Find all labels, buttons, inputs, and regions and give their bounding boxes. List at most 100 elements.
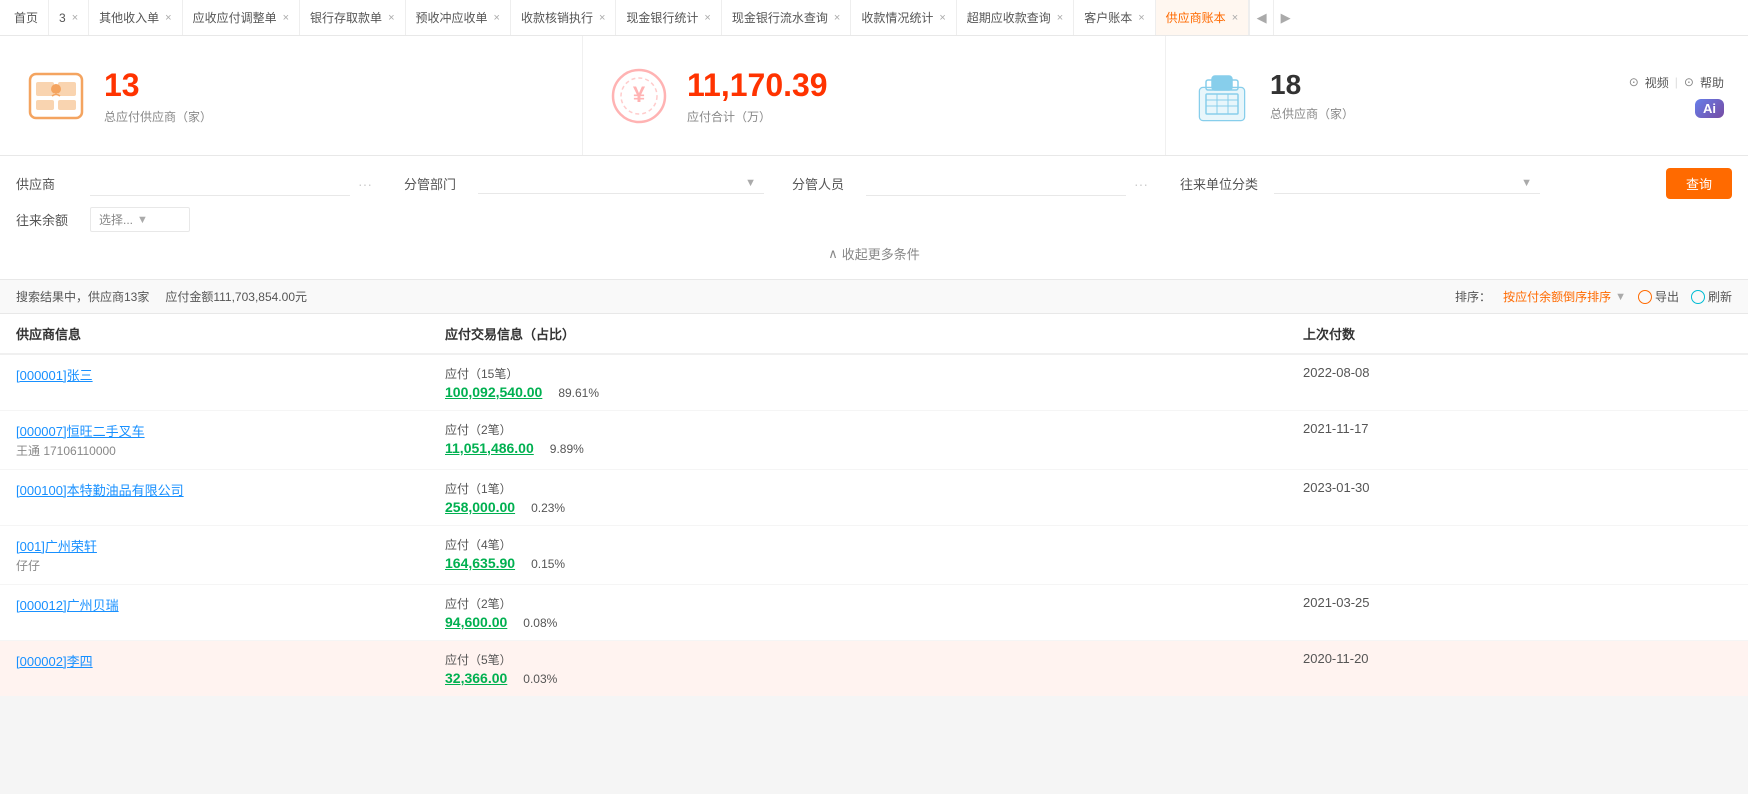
tx-info-cell: 应付（1笔） 258,000.00 0.23%	[445, 480, 1303, 515]
supplier-dots[interactable]: ···	[354, 176, 376, 192]
close-icon[interactable]: ×	[72, 12, 78, 24]
query-button[interactable]: 查询	[1666, 168, 1732, 199]
tx-amount[interactable]: 94,600.00	[445, 614, 507, 630]
close-icon[interactable]: ×	[494, 12, 500, 24]
ai-badge[interactable]: Ai	[1695, 99, 1724, 118]
nav-tab-cash-bank-stats[interactable]: 现金银行统计 ×	[616, 0, 721, 36]
chevron-down-icon: ▼	[137, 214, 148, 226]
balance-select[interactable]: 选择... ▼	[90, 207, 190, 232]
tx-amount-row: 258,000.00 0.23%	[445, 499, 1303, 515]
results-summary: 搜索结果中，供应商13家 应付金额111,703,854.00元	[16, 288, 307, 305]
nav-tab-bank-deposit[interactable]: 银行存取款单 ×	[300, 0, 405, 36]
category-filter-group: 往来单位分类 ▼	[1180, 173, 1540, 194]
tx-percent: 9.89%	[550, 442, 584, 456]
nav-prev-arrow[interactable]: ◀	[1249, 0, 1273, 36]
refresh-button[interactable]: 刷新	[1691, 288, 1732, 305]
tx-percent: 89.61%	[558, 386, 599, 400]
supplier-filter-group: 供应商 ···	[16, 172, 376, 196]
supplier-name-link[interactable]: [001]广州荣轩	[16, 536, 445, 555]
video-link[interactable]: 视频	[1645, 74, 1669, 91]
close-icon[interactable]: ×	[388, 12, 394, 24]
export-icon	[1638, 290, 1652, 304]
nav-tab-3[interactable]: 3 ×	[49, 0, 89, 36]
person-dots[interactable]: ···	[1130, 176, 1152, 192]
payable-suppliers-icon	[24, 64, 88, 128]
nav-next-arrow[interactable]: ▶	[1273, 0, 1297, 36]
tx-info-cell: 应付（15笔） 100,092,540.00 89.61%	[445, 365, 1303, 400]
tx-info-cell: 应付（5笔） 32,366.00 0.03%	[445, 651, 1303, 686]
tx-amount[interactable]: 100,092,540.00	[445, 384, 542, 400]
supplier-input[interactable]	[90, 172, 350, 196]
collapse-button[interactable]: ∧ 收起更多条件	[816, 240, 932, 267]
close-icon[interactable]: ×	[1138, 12, 1144, 24]
table-row: [000001]张三 应付（15笔） 100,092,540.00 89.61%…	[0, 355, 1748, 411]
nav-tab-customer-ledger[interactable]: 客户账本 ×	[1074, 0, 1155, 36]
tx-percent: 0.03%	[523, 672, 557, 686]
supplier-name-link[interactable]: [000002]李四	[16, 651, 445, 670]
tx-amount[interactable]: 32,366.00	[445, 670, 507, 686]
filter-row-1: 供应商 ··· 分管部门 ▼ 分管人员 ··· 往来单位分类 ▼ 查询	[16, 168, 1732, 199]
close-icon[interactable]: ×	[165, 12, 171, 24]
supplier-name-link[interactable]: [000001]张三	[16, 365, 445, 384]
nav-tab-cash-flow[interactable]: 现金银行流水查询 ×	[722, 0, 851, 36]
tx-label: 应付（2笔）	[445, 421, 1303, 438]
summary-card-total-suppliers: 18 总供应商（家） ⊙ 视频 | ⊙ 帮助 Ai	[1166, 36, 1748, 155]
close-icon[interactable]: ×	[1232, 12, 1238, 24]
supplier-name-link[interactable]: [000012]广州贝瑞	[16, 595, 445, 614]
tx-percent: 0.08%	[523, 616, 557, 630]
last-pay-cell: 2022-08-08	[1303, 365, 1732, 380]
close-icon[interactable]: ×	[704, 12, 710, 24]
total-suppliers-icon	[1190, 64, 1254, 128]
close-icon[interactable]: ×	[834, 12, 840, 24]
nav-tab-other-income[interactable]: 其他收入单 ×	[89, 0, 182, 36]
last-pay-cell: 2020-11-20	[1303, 651, 1732, 666]
results-actions: 排序： 按应付余额倒序排序 ▼ 导出 刷新	[1455, 288, 1732, 305]
data-table: 供应商信息 应付交易信息（占比） 上次付数 [000001]张三 应付（15笔）…	[0, 314, 1748, 697]
tx-amount-row: 32,366.00 0.03%	[445, 670, 1303, 686]
nav-tab-supplier-ledger[interactable]: 供应商账本 ×	[1156, 0, 1249, 36]
sort-dropdown[interactable]: 按应付余额倒序排序 ▼	[1503, 288, 1626, 305]
col-header-tx: 应付交易信息（占比）	[445, 324, 1303, 343]
col-header-lastpay: 上次付数	[1303, 324, 1732, 343]
last-pay-date: 2021-11-17	[1303, 419, 1369, 436]
chevron-down-icon: ▼	[1521, 177, 1532, 189]
svg-text:¥: ¥	[633, 82, 646, 107]
nav-tab-overdue-query[interactable]: 超期应收款查询 ×	[957, 0, 1074, 36]
results-bar: 搜索结果中，供应商13家 应付金额111,703,854.00元 排序： 按应付…	[0, 280, 1748, 314]
tx-amount[interactable]: 11,051,486.00	[445, 440, 534, 456]
help-link[interactable]: 帮助	[1700, 74, 1724, 91]
tx-amount[interactable]: 258,000.00	[445, 499, 515, 515]
supplier-info-cell: [001]广州荣轩 仔仔	[16, 536, 445, 574]
top-links: ⊙ 视频 | ⊙ 帮助 Ai	[1629, 74, 1724, 118]
tx-amount-row: 100,092,540.00 89.61%	[445, 384, 1303, 400]
close-icon[interactable]: ×	[939, 12, 945, 24]
tx-info-cell: 应付（4笔） 164,635.90 0.15%	[445, 536, 1303, 571]
close-icon[interactable]: ×	[1057, 12, 1063, 24]
person-input[interactable]	[866, 172, 1126, 196]
filter-area: 供应商 ··· 分管部门 ▼ 分管人员 ··· 往来单位分类 ▼ 查询	[0, 156, 1748, 280]
dept-select[interactable]: ▼	[478, 173, 764, 194]
last-pay-date: 2020-11-20	[1303, 649, 1369, 666]
category-select[interactable]: ▼	[1274, 173, 1540, 194]
tx-amount[interactable]: 164,635.90	[445, 555, 515, 571]
nav-tab-ar-ap-adjust[interactable]: 应收应付调整单 ×	[183, 0, 300, 36]
supplier-name-link[interactable]: [000007]恒旺二手叉车	[16, 421, 445, 440]
nav-tab-payment-stats[interactable]: 收款情况统计 ×	[851, 0, 956, 36]
last-pay-cell: 2021-11-17	[1303, 421, 1732, 436]
tx-amount-row: 94,600.00 0.08%	[445, 614, 1303, 630]
last-pay-cell: 2023-01-30	[1303, 480, 1732, 495]
dept-label: 分管部门	[404, 174, 474, 193]
export-button[interactable]: 导出	[1638, 288, 1679, 305]
summary-card-total-payable: ¥ 11,170.39 应付合计（万）	[583, 36, 1166, 155]
supplier-name-link[interactable]: [000100]本特勤油品有限公司	[16, 480, 445, 499]
table-row: [000100]本特勤油品有限公司 应付（1笔） 258,000.00 0.23…	[0, 470, 1748, 526]
nav-tab-home[interactable]: 首页	[4, 0, 49, 36]
supplier-label: 供应商	[16, 174, 86, 193]
close-icon[interactable]: ×	[599, 12, 605, 24]
chevron-down-icon: ▼	[1615, 291, 1626, 303]
category-label: 往来单位分类	[1180, 174, 1270, 193]
nav-tab-collection[interactable]: 收款核销执行 ×	[511, 0, 616, 36]
close-icon[interactable]: ×	[283, 12, 289, 24]
supplier-info-cell: [000001]张三	[16, 365, 445, 384]
nav-tab-advance[interactable]: 预收冲应收单 ×	[406, 0, 511, 36]
